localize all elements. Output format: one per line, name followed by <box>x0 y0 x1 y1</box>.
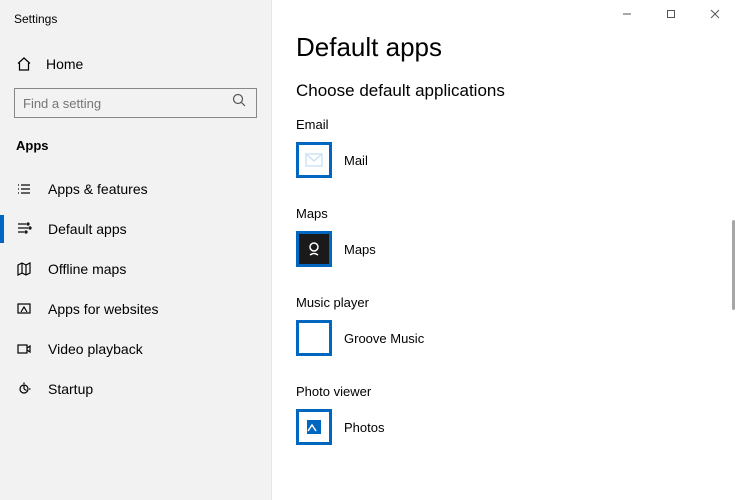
default-photo: Photo viewer Photos <box>296 384 737 445</box>
sidebar: Settings Home Apps <box>0 0 272 500</box>
groove-music-app-icon <box>296 320 332 356</box>
default-photo-row[interactable]: Photos <box>296 409 737 445</box>
app-name: Mail <box>344 153 368 168</box>
video-icon <box>16 341 38 357</box>
photos-app-icon <box>296 409 332 445</box>
list-icon <box>16 181 38 197</box>
maps-app-icon <box>296 231 332 267</box>
nav-label: Video playback <box>48 341 143 357</box>
search-wrap <box>0 82 271 142</box>
category-label: Maps <box>296 206 737 221</box>
sidebar-item-default-apps[interactable]: Default apps <box>0 209 271 249</box>
default-music-row[interactable]: Groove Music <box>296 320 737 356</box>
home-icon <box>16 56 38 72</box>
subsection-title: Choose default applications <box>296 81 737 101</box>
websites-icon <box>16 301 38 317</box>
nav-label: Startup <box>48 381 93 397</box>
sidebar-item-video-playback[interactable]: Video playback <box>0 329 271 369</box>
nav-label: Apps & features <box>48 181 148 197</box>
nav-label: Apps for websites <box>48 301 159 317</box>
category-label: Photo viewer <box>296 384 737 399</box>
window-title: Settings <box>0 10 271 40</box>
default-email-row[interactable]: Mail <box>296 142 737 178</box>
minimize-button[interactable] <box>605 0 649 28</box>
home-label: Home <box>46 56 83 72</box>
startup-icon <box>16 381 38 397</box>
home-nav[interactable]: Home <box>0 46 271 82</box>
sidebar-item-startup[interactable]: Startup <box>0 369 271 409</box>
app-name: Maps <box>344 242 376 257</box>
default-maps: Maps Maps <box>296 206 737 267</box>
page-title: Default apps <box>296 32 737 63</box>
defaults-icon <box>16 221 38 237</box>
sidebar-section-header: Apps <box>0 134 271 161</box>
nav-list: Apps & features Default apps <box>0 169 271 409</box>
nav-label: Offline maps <box>48 261 126 277</box>
mail-app-icon <box>296 142 332 178</box>
category-label: Music player <box>296 295 737 310</box>
sidebar-item-apps-websites[interactable]: Apps for websites <box>0 289 271 329</box>
default-music: Music player Groove Music <box>296 295 737 356</box>
sidebar-item-offline-maps[interactable]: Offline maps <box>0 249 271 289</box>
app-name: Photos <box>344 420 384 435</box>
main-content: Default apps Choose default applications… <box>272 0 737 500</box>
nav-label: Default apps <box>48 221 127 237</box>
default-email: Email Mail <box>296 117 737 178</box>
sidebar-item-apps-features[interactable]: Apps & features <box>0 169 271 209</box>
window-controls <box>605 0 737 28</box>
scrollbar[interactable] <box>732 220 735 310</box>
category-label: Email <box>296 117 737 132</box>
default-maps-row[interactable]: Maps <box>296 231 737 267</box>
app-name: Groove Music <box>344 331 424 346</box>
maximize-button[interactable] <box>649 0 693 28</box>
search-input[interactable] <box>14 88 257 118</box>
close-button[interactable] <box>693 0 737 28</box>
map-icon <box>16 261 38 277</box>
